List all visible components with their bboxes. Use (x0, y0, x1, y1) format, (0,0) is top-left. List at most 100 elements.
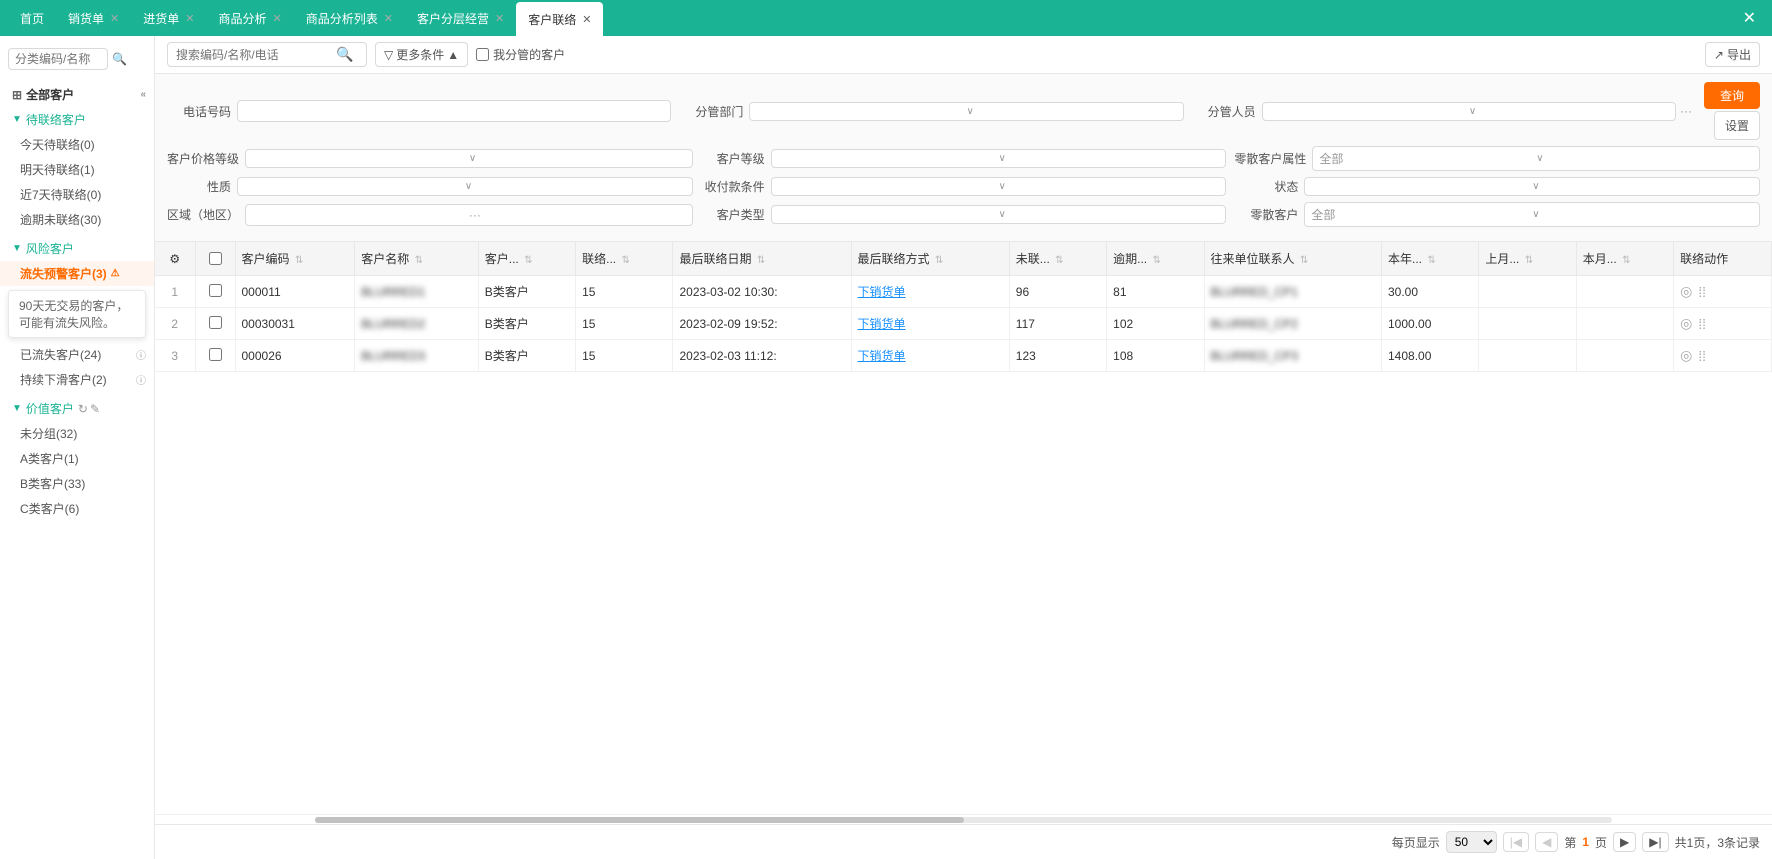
retail-select[interactable]: 全部 ∨ (1304, 202, 1760, 227)
main-search-input[interactable] (176, 48, 336, 62)
status-select[interactable]: ∨ (1304, 177, 1760, 196)
tab-close-icon[interactable]: ✕ (384, 12, 393, 25)
more-action-icon[interactable]: ⁞⁞ (1698, 316, 1706, 332)
col-header-code[interactable]: 客户编码 ⇅ (235, 242, 355, 276)
last-page-btn[interactable]: ▶| (1642, 832, 1668, 852)
sidebar-item-overdue[interactable]: 逾期未联络(30) (0, 207, 154, 232)
tab-home[interactable]: 首页 (8, 0, 56, 36)
horizontal-scrollbar[interactable] (155, 814, 1772, 824)
sidebar-group-title-value[interactable]: ▼ 价值客户 ↻ ✎ (0, 396, 154, 421)
tab-close-icon[interactable]: ✕ (273, 12, 282, 25)
col-header-type[interactable]: 客户... ⇅ (478, 242, 575, 276)
sidebar-item-today[interactable]: 今天待联络(0) (0, 132, 154, 157)
tab-customer-contact[interactable]: 客户联络 ✕ (516, 2, 603, 36)
tab-customer-layer[interactable]: 客户分层经营 ✕ (405, 0, 516, 36)
customer-type-select[interactable]: ∨ (771, 205, 1227, 224)
prev-page-btn[interactable]: ◀ (1535, 832, 1558, 852)
filter-row-4: 区域（地区） ··· 客户类型 ∨ 零散客户 (167, 202, 1760, 227)
region-select[interactable]: ··· (245, 204, 693, 226)
sidebar-item-c-class[interactable]: C类客户(6) (0, 496, 154, 521)
dept-select[interactable]: ∨ (749, 102, 1183, 121)
col-header-last-type[interactable]: 最后联络方式 ⇅ (851, 242, 1009, 276)
row-checkbox[interactable] (195, 340, 235, 372)
region-more-btn[interactable]: ··· (465, 208, 686, 222)
window-close-button[interactable]: ✕ (1735, 8, 1764, 28)
sidebar-all-customers[interactable]: ⊞ 全部客户 « (0, 82, 154, 107)
tab-label: 首页 (20, 10, 44, 27)
contact-icon[interactable]: ◎ (1680, 315, 1692, 332)
filter-field-phone: 电话号码 (167, 100, 671, 122)
select-all-checkbox[interactable] (209, 252, 222, 265)
contact-icon[interactable]: ◎ (1680, 283, 1692, 300)
col-header-contact-person[interactable]: 往来单位联系人 ⇅ (1204, 242, 1382, 276)
row-select-checkbox[interactable] (209, 284, 222, 297)
phone-input[interactable] (237, 100, 671, 122)
row-this-month (1576, 340, 1673, 372)
setting-button[interactable]: 设置 (1714, 111, 1760, 140)
tab-close-icon[interactable]: ✕ (495, 12, 504, 25)
sidebar-group-title-pending[interactable]: ▼ 待联络客户 (0, 107, 154, 132)
col-header-last-date[interactable]: 最后联络日期 ⇅ (673, 242, 851, 276)
more-action-icon[interactable]: ⁞⁞ (1698, 284, 1706, 300)
filter-field-price-grade: 客户价格等级 ∨ (167, 149, 693, 168)
more-action-icon[interactable]: ⁞⁞ (1698, 348, 1706, 364)
grade-select[interactable]: ∨ (771, 149, 1227, 168)
scrollbar-thumb[interactable] (315, 817, 964, 823)
payment-select[interactable]: ∨ (771, 177, 1227, 196)
edit-group-icon[interactable]: ✎ (90, 402, 100, 416)
query-button[interactable]: 查询 (1704, 82, 1760, 109)
sidebar-item-lost-warning[interactable]: 流失预警客户(3) ⚠ (0, 261, 154, 286)
row-last-type[interactable]: 下销货单 (851, 308, 1009, 340)
col-header-unlink[interactable]: 未联... ⇅ (1009, 242, 1106, 276)
sidebar-item-b-class[interactable]: B类客户(33) (0, 471, 154, 496)
main-search-icon[interactable]: 🔍 (336, 46, 353, 63)
tab-analysis[interactable]: 商品分析 ✕ (206, 0, 293, 36)
sidebar-search-icon[interactable]: 🔍 (112, 52, 127, 66)
tab-sales[interactable]: 销货单 ✕ (56, 0, 131, 36)
sidebar-item-7days[interactable]: 近7天待联络(0) (0, 182, 154, 207)
settings-column-header[interactable]: ⚙ (155, 242, 195, 276)
retail-attr-select[interactable]: 全部 ∨ (1312, 146, 1760, 171)
sidebar-item-declining[interactable]: 持续下滑客户(2) ⓘ (0, 367, 154, 392)
sidebar-item-a-class[interactable]: A类客户(1) (0, 446, 154, 471)
refresh-icon[interactable]: ↻ (78, 402, 88, 416)
tab-analysis-list[interactable]: 商品分析列表 ✕ (294, 0, 405, 36)
col-header-this-month[interactable]: 本月... ⇅ (1576, 242, 1673, 276)
collapse-icon[interactable]: « (140, 89, 146, 100)
col-header-last-month[interactable]: 上月... ⇅ (1479, 242, 1576, 276)
col-header-overdue[interactable]: 逾期... ⇅ (1107, 242, 1204, 276)
my-customers-checkbox-label[interactable]: 我分管的客户 (476, 46, 565, 63)
manager-more-btn[interactable]: ··· (1676, 104, 1696, 118)
tab-close-icon[interactable]: ✕ (185, 12, 194, 25)
table-settings-icon[interactable]: ⚙ (169, 252, 180, 266)
row-last-type[interactable]: 下销货单 (851, 340, 1009, 372)
tab-purchase[interactable]: 进货单 ✕ (131, 0, 206, 36)
row-select-checkbox[interactable] (209, 348, 222, 361)
col-header-contact[interactable]: 联络... ⇅ (576, 242, 673, 276)
sidebar-search-input[interactable] (8, 48, 108, 70)
tab-close-icon[interactable]: ✕ (582, 13, 591, 26)
sidebar-group-title-risk[interactable]: ▼ 风险客户 (0, 236, 154, 261)
row-checkbox[interactable] (195, 276, 235, 308)
col-header-this-year[interactable]: 本年... ⇅ (1382, 242, 1479, 276)
export-btn[interactable]: ↗ 导出 (1705, 42, 1760, 67)
row-last-type[interactable]: 下销货单 (851, 276, 1009, 308)
next-page-btn[interactable]: ▶ (1613, 832, 1636, 852)
per-page-select[interactable]: 50 100 (1446, 831, 1497, 853)
price-grade-select[interactable]: ∨ (245, 149, 693, 168)
row-select-checkbox[interactable] (209, 316, 222, 329)
row-last-date: 2023-02-09 19:52: (673, 308, 851, 340)
more-conditions-btn[interactable]: ▽ 更多条件 ▲ (375, 42, 468, 67)
contact-icon[interactable]: ◎ (1680, 347, 1692, 364)
my-customers-checkbox[interactable] (476, 48, 489, 61)
row-checkbox[interactable] (195, 308, 235, 340)
advanced-filter: 电话号码 分管部门 ∨ 分管人员 ∨ (155, 74, 1772, 242)
sidebar-item-ungroup[interactable]: 未分组(32) (0, 421, 154, 446)
col-header-name[interactable]: 客户名称 ⇅ (355, 242, 478, 276)
manager-select[interactable]: ∨ (1262, 102, 1676, 121)
gender-select[interactable]: ∨ (237, 177, 693, 196)
sidebar-item-lost[interactable]: 已流失客户(24) ⓘ (0, 342, 154, 367)
sidebar-item-tomorrow[interactable]: 明天待联络(1) (0, 157, 154, 182)
first-page-btn[interactable]: |◀ (1503, 832, 1529, 852)
tab-close-icon[interactable]: ✕ (110, 12, 119, 25)
